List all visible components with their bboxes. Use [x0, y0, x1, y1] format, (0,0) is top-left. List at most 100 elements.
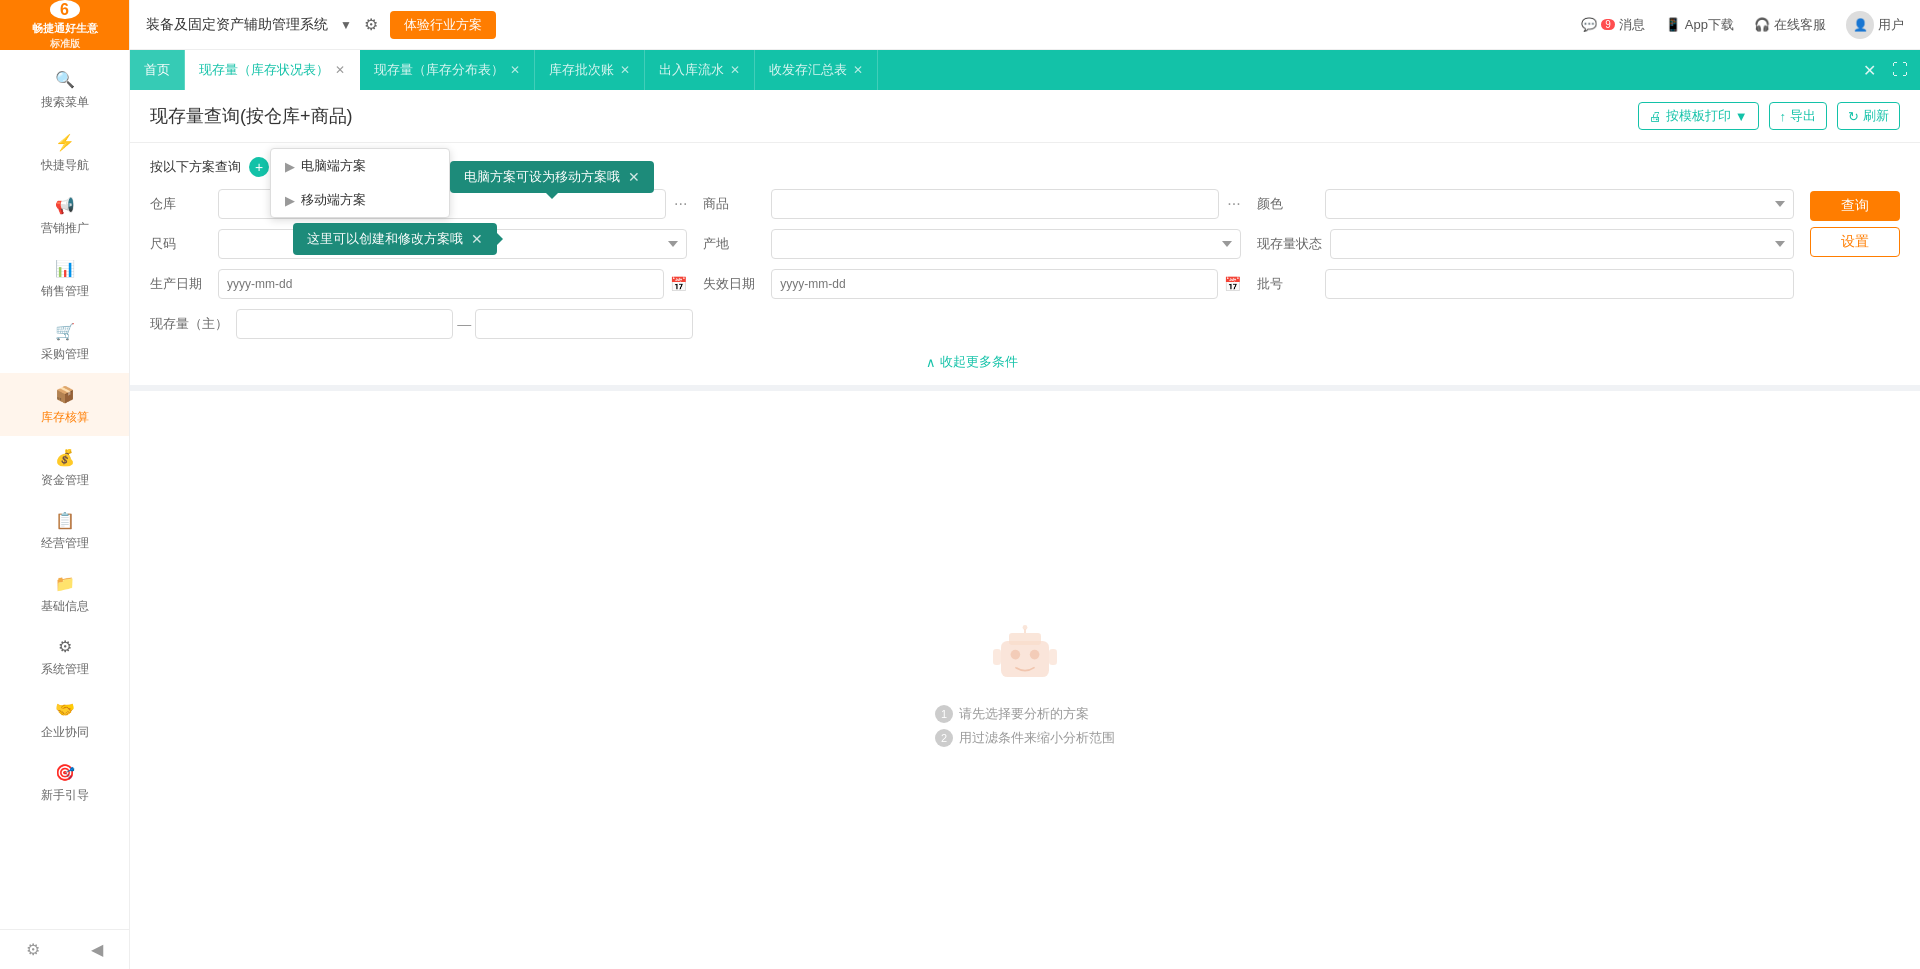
refresh-icon: ↻	[1848, 109, 1859, 124]
origin-label: 产地	[703, 235, 763, 253]
message-badge: 9	[1601, 19, 1615, 30]
system-dropdown-icon[interactable]: ▼	[340, 18, 352, 32]
collapse-btn[interactable]: ∧ 收起更多条件	[926, 353, 1018, 371]
user-action[interactable]: 👤 用户	[1846, 11, 1904, 39]
support-label: 在线客服	[1774, 16, 1826, 34]
headset-icon: 🎧	[1754, 17, 1770, 32]
phone-icon: 📱	[1665, 17, 1681, 32]
empty-text: 1 请先选择要分析的方案 2 用过滤条件来缩小分析范围	[935, 705, 1115, 747]
goods-dots[interactable]: ···	[1227, 195, 1240, 213]
tab-collect-summary[interactable]: 收发存汇总表 ✕	[755, 50, 878, 90]
tab-batch-account[interactable]: 库存批次账 ✕	[535, 50, 645, 90]
collapse-up-icon: ∧	[926, 355, 936, 370]
app-label: App下载	[1685, 16, 1734, 34]
reset-btn[interactable]: 设置	[1810, 227, 1900, 257]
search-btn[interactable]: 查询	[1810, 191, 1900, 221]
expiry-date-input[interactable]	[771, 269, 1217, 299]
stock-status-select[interactable]	[1330, 229, 1794, 259]
finance-icon: 💰	[54, 446, 76, 468]
export-icon: ↑	[1780, 109, 1787, 124]
tab-inout-flow[interactable]: 出入库流水 ✕	[645, 50, 755, 90]
page-content: 现存量查询(按仓库+商品) 🖨 按模板打印 ▼ ↑ 导出 ↻ 刷新	[130, 90, 1920, 969]
export-btn[interactable]: ↑ 导出	[1769, 102, 1828, 130]
sidebar-item-operations[interactable]: 📋 经营管理	[0, 499, 129, 562]
filter-row-stock-main: 现存量（主） —	[150, 309, 693, 339]
tab-inventory-status-label: 现存量（库存状况表）	[199, 61, 329, 79]
tab-close-inventory-status[interactable]: ✕	[335, 63, 345, 77]
sidebar-label-purchase: 采购管理	[41, 346, 89, 363]
settings-bottom-icon[interactable]: ⚙	[26, 940, 40, 959]
svg-rect-1	[1009, 633, 1041, 645]
color-select[interactable]	[1325, 189, 1794, 219]
sidebar-nav: 🔍 搜索菜单 ⚡ 快捷导航 📢 营销推广 📊 销售管理 🛒 采购管理 📦 库存核…	[0, 50, 129, 929]
arrow-right-icon2: ▶	[285, 193, 295, 208]
tab-maximize-icon[interactable]: ⛶	[1888, 57, 1912, 83]
prod-date-input[interactable]	[218, 269, 664, 299]
print-icon: 🖨	[1649, 109, 1662, 124]
header-settings-icon[interactable]: ⚙	[364, 15, 378, 34]
scheme-item-desktop[interactable]: ▶ 电脑端方案	[271, 149, 449, 183]
tab-close-inout[interactable]: ✕	[730, 63, 740, 77]
sidebar-item-inventory[interactable]: 📦 库存核算	[0, 373, 129, 436]
message-action[interactable]: 💬 9 消息	[1581, 16, 1645, 34]
refresh-btn[interactable]: ↻ 刷新	[1837, 102, 1900, 130]
refresh-label: 刷新	[1863, 107, 1889, 125]
color-label: 颜色	[1257, 195, 1317, 213]
stock-main-range: —	[236, 309, 693, 339]
warehouse-dots[interactable]: ···	[674, 195, 687, 213]
svg-point-3	[1030, 650, 1040, 660]
tab-collect-label: 收发存汇总表	[769, 61, 847, 79]
app-download-action[interactable]: 📱 App下载	[1665, 16, 1734, 34]
filter-add-btn[interactable]: +	[249, 157, 269, 177]
sidebar-item-purchase[interactable]: 🛒 采购管理	[0, 310, 129, 373]
svg-point-7	[1023, 625, 1028, 630]
sidebar-item-system[interactable]: ⚙ 系统管理	[0, 625, 129, 688]
stock-main-min[interactable]	[236, 309, 453, 339]
sidebar: 6 畅捷通好生意 标准版 🔍 搜索菜单 ⚡ 快捷导航 📢 营销推广 📊 销售管理…	[0, 0, 130, 969]
sidebar-item-enterprise[interactable]: 🤝 企业协同	[0, 688, 129, 751]
filter-row-batch: 批号	[1257, 269, 1794, 299]
batch-input[interactable]	[1325, 269, 1794, 299]
print-btn[interactable]: 🖨 按模板打印 ▼	[1638, 102, 1759, 130]
collapse-sidebar-icon[interactable]: ◀	[91, 940, 103, 959]
tooltip-scheme-close[interactable]: ✕	[628, 169, 640, 185]
system-icon: ⚙	[54, 635, 76, 657]
sidebar-label-search: 搜索菜单	[41, 94, 89, 111]
page-header: 现存量查询(按仓库+商品) 🖨 按模板打印 ▼ ↑ 导出 ↻ 刷新	[130, 90, 1920, 143]
sidebar-item-marketing[interactable]: 📢 营销推广	[0, 184, 129, 247]
sidebar-bottom: ⚙ ◀	[0, 929, 129, 969]
stock-main-max[interactable]	[475, 309, 692, 339]
sidebar-item-basic[interactable]: 📁 基础信息	[0, 562, 129, 625]
expiry-date-calendar-icon[interactable]: 📅	[1224, 276, 1241, 292]
support-action[interactable]: 🎧 在线客服	[1754, 16, 1826, 34]
tab-inventory-dist-label: 现存量（库存分布表）	[374, 61, 504, 79]
sidebar-label-sales: 销售管理	[41, 283, 89, 300]
goods-input[interactable]	[771, 189, 1219, 219]
tab-close-inventory-dist[interactable]: ✕	[510, 63, 520, 77]
sidebar-item-sales[interactable]: 📊 销售管理	[0, 247, 129, 310]
tab-inventory-dist[interactable]: 现存量（库存分布表） ✕	[360, 50, 535, 90]
tooltip-create-close[interactable]: ✕	[471, 231, 483, 247]
empty-icon	[985, 613, 1065, 693]
sidebar-item-quick[interactable]: ⚡ 快捷导航	[0, 121, 129, 184]
user-label: 用户	[1878, 16, 1904, 34]
scheme-item-mobile[interactable]: ▶ 移动端方案	[271, 183, 449, 217]
tooltip-create-text: 这里可以创建和修改方案哦	[307, 230, 463, 248]
tab-inventory-status[interactable]: 现存量（库存状况表） ✕	[185, 50, 360, 90]
origin-select[interactable]	[771, 229, 1240, 259]
sidebar-item-guide[interactable]: 🎯 新手引导	[0, 751, 129, 814]
sidebar-item-finance[interactable]: 💰 资金管理	[0, 436, 129, 499]
tab-close-collect[interactable]: ✕	[853, 63, 863, 77]
industry-btn[interactable]: 体验行业方案	[390, 11, 496, 39]
tab-close-batch[interactable]: ✕	[620, 63, 630, 77]
prod-date-calendar-icon[interactable]: 📅	[670, 276, 687, 292]
tab-home[interactable]: 首页	[130, 50, 185, 90]
warehouse-label: 仓库	[150, 195, 210, 213]
tab-inout-label: 出入库流水	[659, 61, 724, 79]
scheme-desktop-label: 电脑端方案	[301, 157, 366, 175]
header-right: 💬 9 消息 📱 App下载 🎧 在线客服 👤 用户	[1581, 11, 1904, 39]
tab-close-all-icon[interactable]: ✕	[1859, 57, 1880, 84]
svg-point-2	[1011, 650, 1021, 660]
sidebar-item-search[interactable]: 🔍 搜索菜单	[0, 58, 129, 121]
user-avatar: 👤	[1846, 11, 1874, 39]
